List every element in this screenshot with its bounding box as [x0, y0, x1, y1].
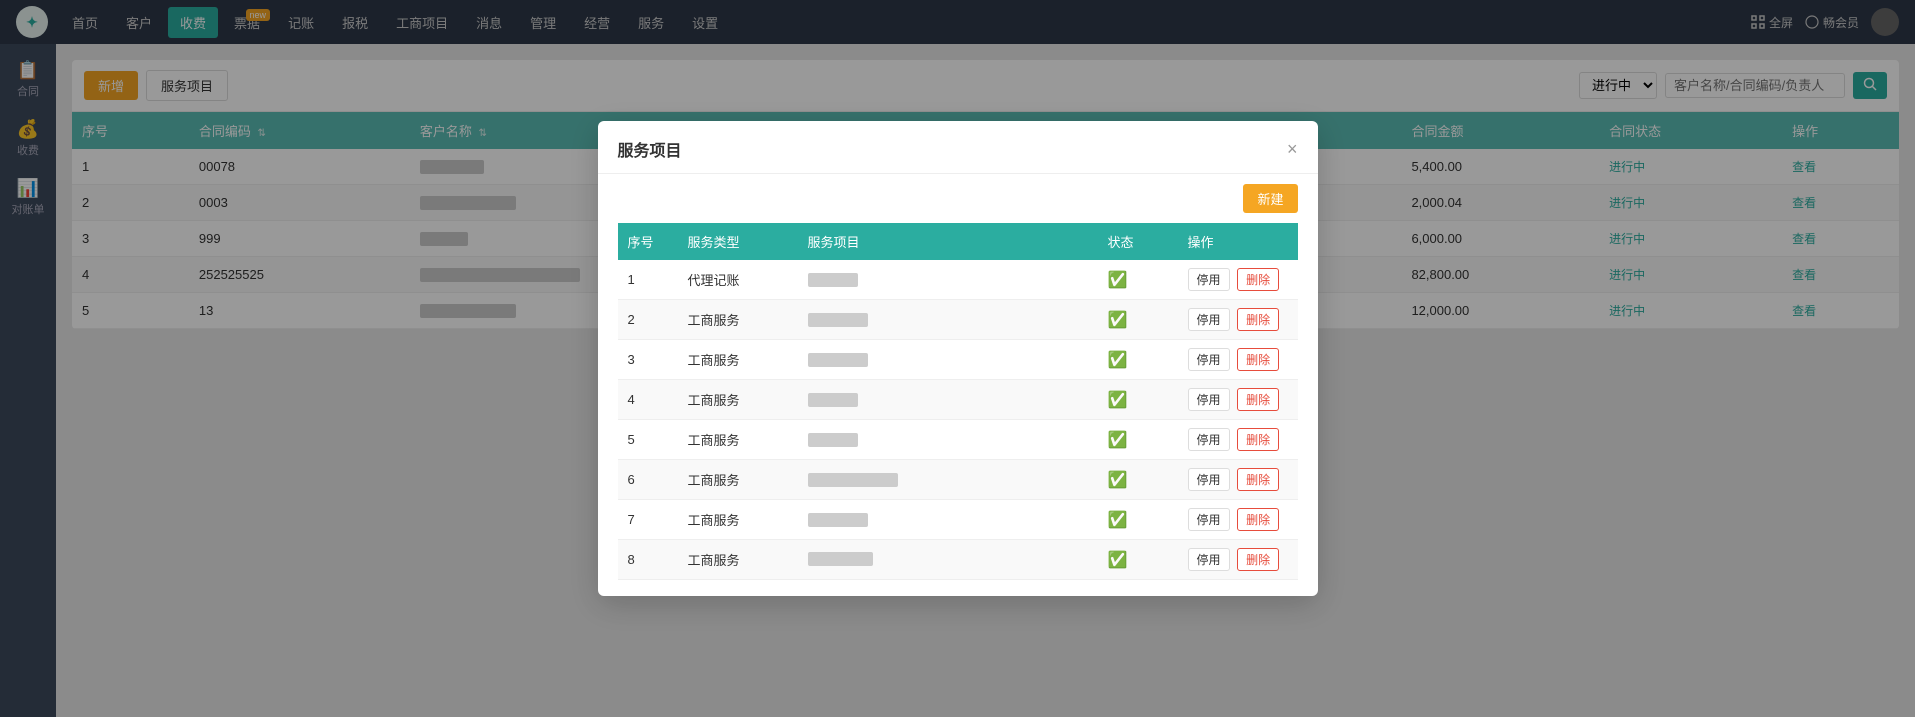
modal-cell-project: ████ — [798, 340, 1098, 380]
modal-table-row: 2 工商服务 ████ ✅ 停用 删除 — [618, 300, 1298, 340]
modal-cell-type: 工商服务 — [678, 300, 798, 340]
modal-cell-type: 工商服务 — [678, 340, 798, 380]
delete-button[interactable]: 删除 — [1237, 348, 1279, 371]
modal-cell-status: ✅ — [1098, 380, 1178, 420]
delete-button[interactable]: 删除 — [1237, 308, 1279, 331]
modal-cell-project: ████ — [798, 300, 1098, 340]
modal-col-type: 服务类型 — [678, 223, 798, 260]
modal-cell-no: 1 — [618, 260, 678, 300]
modal-cell-action[interactable]: 停用 删除 — [1178, 340, 1298, 380]
modal-cell-action[interactable]: 停用 删除 — [1178, 380, 1298, 420]
modal-cell-status: ✅ — [1098, 340, 1178, 380]
delete-button[interactable]: 删除 — [1237, 428, 1279, 451]
modal-cell-no: 8 — [618, 540, 678, 580]
modal-col-no: 序号 — [618, 223, 678, 260]
modal-cell-action[interactable]: 停用 删除 — [1178, 540, 1298, 580]
modal-title: 服务项目 — [618, 137, 682, 161]
modal-cell-type: 工商服务 — [678, 500, 798, 540]
modal-col-status: 状态 — [1098, 223, 1178, 260]
modal-table-row: 1 代理记账 ██ 1 ✅ 停用 删除 — [618, 260, 1298, 300]
modal-cell-status: ✅ — [1098, 300, 1178, 340]
modal-cell-no: 3 — [618, 340, 678, 380]
stop-button[interactable]: 停用 — [1188, 268, 1230, 291]
modal-cell-action[interactable]: 停用 删除 — [1178, 300, 1298, 340]
modal-cell-type: 代理记账 — [678, 260, 798, 300]
stop-button[interactable]: 停用 — [1188, 348, 1230, 371]
modal-close-button[interactable]: × — [1287, 140, 1298, 158]
stop-button[interactable]: 停用 — [1188, 548, 1230, 571]
modal-table-row: 7 工商服务 ████ ✅ 停用 删除 — [618, 500, 1298, 540]
modal-cell-project: ██ 注册 — [798, 540, 1098, 580]
modal-cell-type: 工商服务 — [678, 420, 798, 460]
modal-cell-status: ✅ — [1098, 260, 1178, 300]
delete-button[interactable]: 删除 — [1237, 268, 1279, 291]
stop-button[interactable]: 停用 — [1188, 388, 1230, 411]
service-item-table: 序号 服务类型 服务项目 状态 操作 1 代理记账 ██ 1 ✅ — [618, 223, 1298, 580]
delete-button[interactable]: 删除 — [1237, 508, 1279, 531]
stop-button[interactable]: 停用 — [1188, 428, 1230, 451]
modal-cell-project: ███████ — [798, 460, 1098, 500]
modal-toolbar: 新建 — [598, 174, 1318, 223]
modal-cell-project: ██ 1 — [798, 260, 1098, 300]
modal-table-row: 8 工商服务 ██ 注册 ✅ 停用 删除 — [618, 540, 1298, 580]
modal-table-row: 5 工商服务 ███ ✅ 停用 删除 — [618, 420, 1298, 460]
stop-button[interactable]: 停用 — [1188, 308, 1230, 331]
modal-table-row: 6 工商服务 ███████ ✅ 停用 删除 — [618, 460, 1298, 500]
modal-cell-status: ✅ — [1098, 540, 1178, 580]
modal-body: 序号 服务类型 服务项目 状态 操作 1 代理记账 ██ 1 ✅ — [598, 223, 1318, 596]
modal-cell-no: 5 — [618, 420, 678, 460]
service-item-modal: 服务项目 × 新建 序号 服务类型 服务项目 状态 — [598, 121, 1318, 596]
modal-header: 服务项目 × — [598, 121, 1318, 174]
modal-col-project: 服务项目 — [798, 223, 1098, 260]
modal-cell-status: ✅ — [1098, 460, 1178, 500]
modal-cell-no: 7 — [618, 500, 678, 540]
stop-button[interactable]: 停用 — [1188, 468, 1230, 491]
modal-cell-action[interactable]: 停用 删除 — [1178, 420, 1298, 460]
modal-cell-project: ███ — [798, 420, 1098, 460]
modal-cell-no: 4 — [618, 380, 678, 420]
modal-cell-no: 2 — [618, 300, 678, 340]
modal-cell-type: 工商服务 — [678, 540, 798, 580]
modal-cell-project: ███ — [798, 380, 1098, 420]
main-content: 新增 服务项目 进行中 已完成 全部 — [56, 44, 1915, 717]
modal-cell-project: ████ — [798, 500, 1098, 540]
modal-table-row: 4 工商服务 ███ ✅ 停用 删除 — [618, 380, 1298, 420]
modal-cell-action[interactable]: 停用 删除 — [1178, 500, 1298, 540]
delete-button[interactable]: 删除 — [1237, 468, 1279, 491]
modal-cell-action[interactable]: 停用 删除 — [1178, 460, 1298, 500]
modal-table-row: 3 工商服务 ████ ✅ 停用 删除 — [618, 340, 1298, 380]
modal-cell-status: ✅ — [1098, 500, 1178, 540]
modal-cell-status: ✅ — [1098, 420, 1178, 460]
modal-cell-action[interactable]: 停用 删除 — [1178, 260, 1298, 300]
modal-cell-no: 6 — [618, 460, 678, 500]
modal-overlay: 服务项目 × 新建 序号 服务类型 服务项目 状态 — [56, 44, 1915, 717]
modal-cell-type: 工商服务 — [678, 380, 798, 420]
delete-button[interactable]: 删除 — [1237, 388, 1279, 411]
stop-button[interactable]: 停用 — [1188, 508, 1230, 531]
modal-cell-type: 工商服务 — [678, 460, 798, 500]
delete-button[interactable]: 删除 — [1237, 548, 1279, 571]
modal-col-action: 操作 — [1178, 223, 1298, 260]
modal-new-button[interactable]: 新建 — [1243, 184, 1297, 213]
